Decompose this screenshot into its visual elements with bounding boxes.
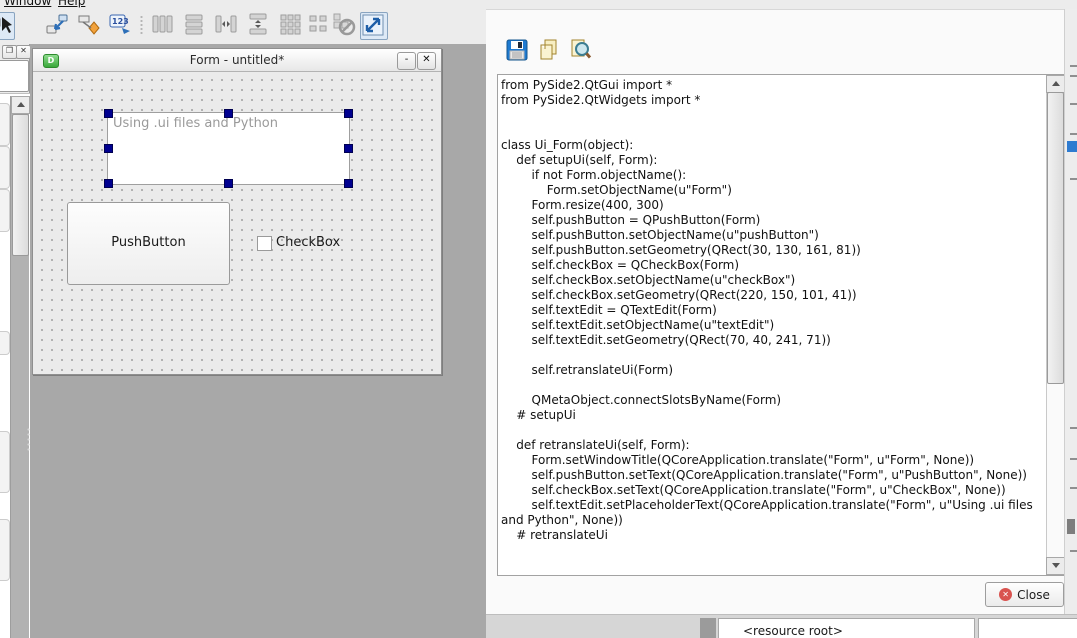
code-view[interactable]: from PySide2.QtGui import * from PySide2… (497, 74, 1065, 576)
close-button[interactable]: ✕ Close (985, 582, 1064, 607)
widget-list-item[interactable] (0, 519, 10, 581)
edge-marker (1070, 75, 1077, 77)
resize-handle-s[interactable] (224, 179, 233, 188)
resize-handle-w[interactable] (104, 144, 113, 153)
textedit-widget[interactable]: Using .ui files and Python (107, 112, 350, 185)
form-window[interactable]: D Form - untitled* - ✕ Using .ui files a… (32, 48, 442, 375)
save-icon[interactable] (505, 38, 529, 62)
screen-edge-strip (1064, 9, 1077, 614)
svg-text:123: 123 (112, 17, 129, 26)
menu-window[interactable]: Window (4, 0, 51, 8)
edge-marker-dark (1067, 519, 1075, 534)
widget-list-item[interactable] (0, 146, 10, 189)
scroll-up-icon[interactable] (1046, 75, 1065, 93)
form-titlebar[interactable]: D Form - untitled* - ✕ (33, 49, 441, 72)
resize-handle-sw[interactable] (104, 179, 113, 188)
edit-signals-slots-icon[interactable] (45, 12, 71, 38)
toolbar-separator (140, 15, 143, 35)
resource-tree[interactable]: <resource root> (718, 618, 975, 638)
widget-list-item[interactable] (0, 189, 10, 232)
layout-vertical-icon[interactable] (182, 12, 208, 38)
layout-vertical-splitter-icon[interactable] (246, 12, 272, 38)
close-window-button[interactable]: ✕ (417, 52, 436, 70)
edit-widgets-icon[interactable] (0, 12, 15, 40)
copy-icon[interactable] (537, 38, 561, 62)
layout-form-icon[interactable] (306, 12, 332, 38)
edit-buddies-icon[interactable] (77, 12, 103, 38)
resource-splitter-block (700, 618, 716, 638)
dock-close-icon[interactable]: ✕ (16, 45, 31, 59)
layout-horizontal-splitter-icon[interactable] (214, 12, 240, 38)
resource-detail-panel[interactable] (978, 618, 1077, 638)
menu-help[interactable]: Help (58, 0, 85, 8)
textedit-placeholder: Using .ui files and Python (113, 116, 278, 131)
code-text: from PySide2.QtGui import * from PySide2… (501, 78, 1033, 543)
pushbutton-widget[interactable]: PushButton (67, 202, 230, 285)
edge-marker (1070, 65, 1077, 67)
scroll-down-icon[interactable] (1046, 557, 1065, 575)
scroll-up-icon[interactable] (11, 96, 30, 114)
resize-handle-nw[interactable] (104, 109, 113, 118)
edge-marker (1070, 550, 1077, 552)
dock-scrollbar[interactable] (10, 96, 29, 638)
widget-list-item[interactable] (0, 103, 10, 146)
layout-horizontal-icon[interactable] (150, 12, 176, 38)
find-icon[interactable] (569, 38, 593, 62)
edge-marker-blue (1067, 141, 1077, 152)
dock-scrollbar-thumb[interactable] (12, 114, 29, 256)
adjust-size-icon[interactable] (360, 12, 388, 40)
widget-list-panel[interactable] (0, 93, 30, 638)
code-scrollbar[interactable] (1046, 75, 1064, 573)
edge-marker (1070, 103, 1077, 105)
widget-box-dock: ❐ ✕ (0, 44, 30, 638)
edge-marker (1070, 178, 1077, 180)
edge-marker (1070, 133, 1077, 135)
minimize-button[interactable]: - (397, 52, 416, 70)
resize-handle-e[interactable] (344, 144, 353, 153)
qt-designer-window: Window Help 123 (0, 0, 1077, 638)
checkbox-indicator[interactable] (257, 236, 272, 251)
splitter-grip[interactable] (27, 427, 30, 453)
edge-marker (1070, 487, 1077, 489)
resize-handle-se[interactable] (344, 179, 353, 188)
edit-tab-order-icon[interactable]: 123 (108, 12, 134, 38)
form-canvas[interactable]: Using .ui files and Python PushButton Ch… (33, 72, 439, 372)
checkbox-label[interactable]: CheckBox (276, 235, 340, 250)
resize-handle-ne[interactable] (344, 109, 353, 118)
layout-grid-icon[interactable] (278, 12, 304, 38)
resize-handle-n[interactable] (224, 109, 233, 118)
code-preview-dialog: from PySide2.QtGui import * from PySide2… (486, 9, 1077, 614)
widget-list-item[interactable] (0, 331, 10, 355)
mdi-area: D Form - untitled* - ✕ Using .ui files a… (30, 44, 486, 638)
resource-browser-strip: <resource root> (486, 614, 1077, 638)
widget-list-item[interactable] (0, 431, 10, 493)
main-toolbar: 123 (0, 10, 486, 44)
resource-root-item[interactable]: <resource root> (719, 619, 974, 638)
edge-marker (1070, 458, 1077, 460)
widget-filter-input[interactable] (0, 60, 29, 92)
close-button-label: Close (1017, 588, 1050, 602)
edge-marker (1070, 427, 1077, 429)
form-window-title: Form - untitled* (33, 53, 441, 67)
break-layout-icon[interactable] (332, 12, 358, 38)
dock-float-icon[interactable]: ❐ (2, 45, 17, 59)
close-circle-icon: ✕ (999, 588, 1012, 601)
code-scrollbar-thumb[interactable] (1047, 92, 1064, 384)
